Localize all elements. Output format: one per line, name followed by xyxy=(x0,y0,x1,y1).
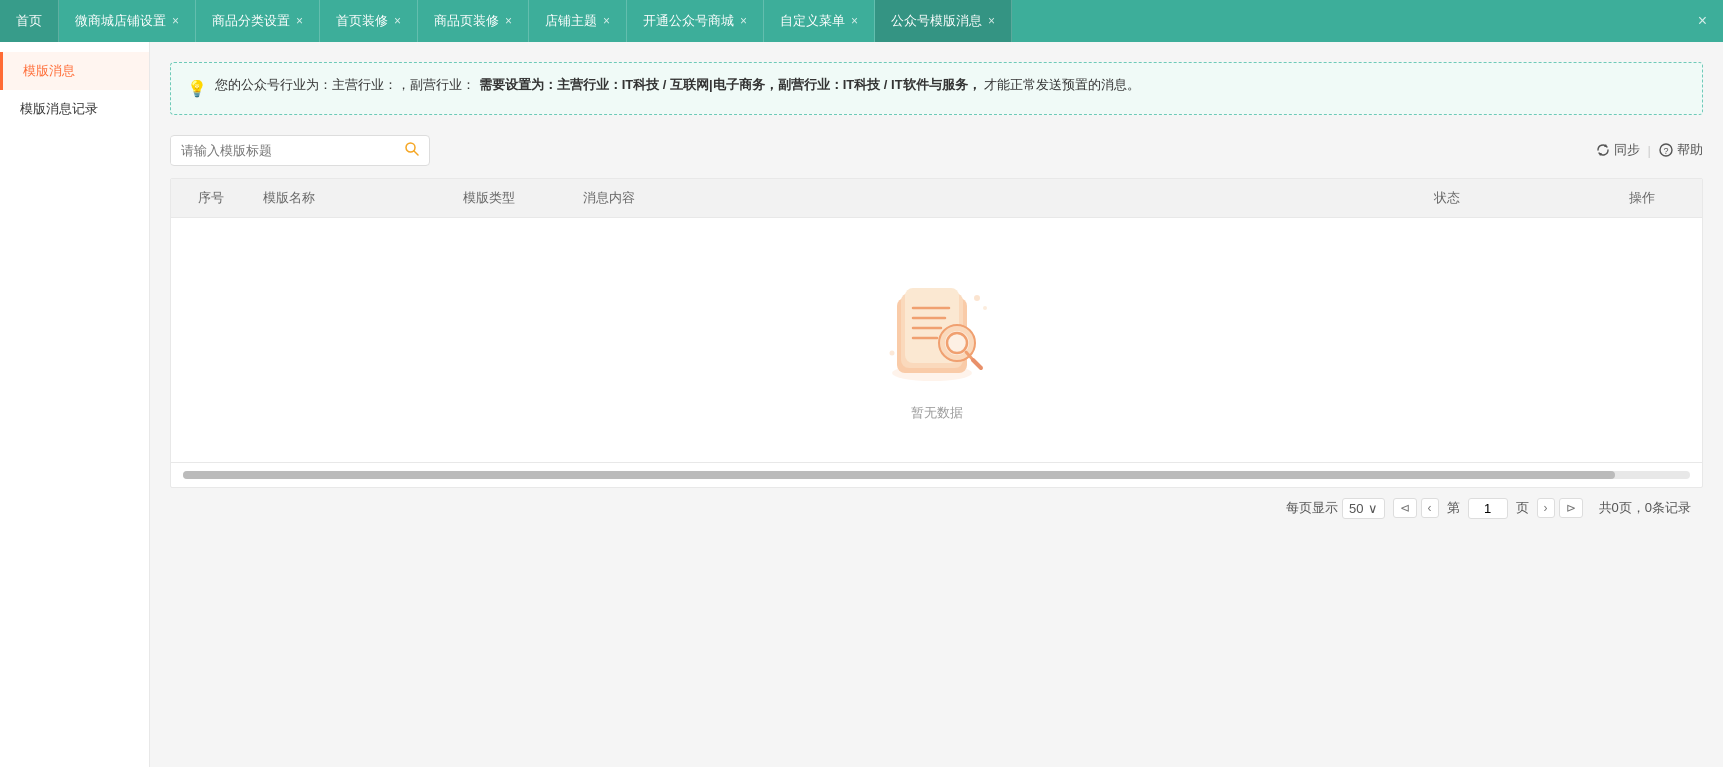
tab-open-mall[interactable]: 开通公众号商城 × xyxy=(627,0,764,42)
th-name: 模版名称 xyxy=(251,179,451,217)
scrollbar[interactable] xyxy=(171,462,1702,487)
help-button[interactable]: ? 帮助 xyxy=(1659,141,1703,159)
page-next-button[interactable]: › xyxy=(1537,498,1555,518)
per-page-select: 每页显示 50 ∨ xyxy=(1286,498,1384,519)
th-action: 操作 xyxy=(1582,179,1702,217)
tab-home-decor-label: 首页装修 xyxy=(336,12,388,30)
tab-shop-settings-close[interactable]: × xyxy=(172,14,179,28)
search-input-wrap xyxy=(170,135,430,166)
svg-line-16 xyxy=(973,360,981,368)
tab-category-settings-label: 商品分类设置 xyxy=(212,12,290,30)
close-all-button[interactable]: × xyxy=(1682,12,1723,30)
tab-bar: 首页 微商城店铺设置 × 商品分类设置 × 首页装修 × 商品页装修 × 店铺主… xyxy=(0,0,1723,42)
page-last-button[interactable]: ⊳ xyxy=(1559,498,1583,518)
tab-open-mall-close[interactable]: × xyxy=(740,14,747,28)
pagination-bar: 每页显示 50 ∨ ⊲ ‹ 第 页 › ⊳ 共0页，0条记录 xyxy=(170,488,1703,525)
svg-line-1 xyxy=(414,151,418,155)
total-info: 共0页，0条记录 xyxy=(1599,499,1691,517)
sidebar-item-template-msg-records[interactable]: 模版消息记录 xyxy=(0,90,149,128)
toolbar-right: 同步 | ? 帮助 xyxy=(1596,141,1703,159)
tab-product-decor-close[interactable]: × xyxy=(505,14,512,28)
tab-home-label: 首页 xyxy=(16,12,42,30)
sidebar-item-template-msg[interactable]: 模版消息 xyxy=(0,52,149,90)
empty-state: 暂无数据 xyxy=(171,218,1702,462)
scroll-track xyxy=(183,471,1690,479)
page-number-input[interactable] xyxy=(1468,498,1508,519)
svg-point-18 xyxy=(983,306,987,310)
tab-open-mall-label: 开通公众号商城 xyxy=(643,12,734,30)
main-layout: 模版消息 模版消息记录 💡 您的公众号行业为：主营行业：，副营行业： 需要设置为… xyxy=(0,42,1723,767)
notice-icon: 💡 xyxy=(187,76,207,102)
content-area: 💡 您的公众号行业为：主营行业：，副营行业： 需要设置为：主营行业：IT科技 /… xyxy=(150,42,1723,767)
tab-home-decor[interactable]: 首页装修 × xyxy=(320,0,418,42)
search-button[interactable] xyxy=(395,136,429,165)
notice-box: 💡 您的公众号行业为：主营行业：，副营行业： 需要设置为：主营行业：IT科技 /… xyxy=(170,62,1703,115)
help-icon: ? xyxy=(1659,143,1673,157)
svg-point-17 xyxy=(974,295,980,301)
tab-custom-menu-label: 自定义菜单 xyxy=(780,12,845,30)
tab-home[interactable]: 首页 xyxy=(0,0,59,42)
table-header: 序号 模版名称 模版类型 消息内容 状态 操作 xyxy=(171,179,1702,218)
chevron-down-icon: ∨ xyxy=(1368,501,1378,516)
scroll-thumb xyxy=(183,471,1615,479)
tab-custom-menu-close[interactable]: × xyxy=(851,14,858,28)
empty-text: 暂无数据 xyxy=(911,404,963,422)
empty-illustration xyxy=(877,278,997,388)
tab-shop-theme-label: 店铺主题 xyxy=(545,12,597,30)
th-content: 消息内容 xyxy=(571,179,1422,217)
toolbar-divider: | xyxy=(1648,143,1651,158)
tab-shop-theme-close[interactable]: × xyxy=(603,14,610,28)
data-table: 序号 模版名称 模版类型 消息内容 状态 操作 xyxy=(170,178,1703,488)
th-seq: 序号 xyxy=(171,179,251,217)
tab-product-decor-label: 商品页装修 xyxy=(434,12,499,30)
search-input[interactable] xyxy=(171,137,395,164)
tab-home-decor-close[interactable]: × xyxy=(394,14,401,28)
svg-text:?: ? xyxy=(1663,146,1668,156)
th-status: 状态 xyxy=(1422,179,1582,217)
page-first-button[interactable]: ⊲ xyxy=(1393,498,1417,518)
page-prev-button[interactable]: ‹ xyxy=(1421,498,1439,518)
tab-shop-settings[interactable]: 微商城店铺设置 × xyxy=(59,0,196,42)
tab-template-msg-close[interactable]: × xyxy=(988,14,995,28)
tab-shop-settings-label: 微商城店铺设置 xyxy=(75,12,166,30)
svg-point-19 xyxy=(889,350,894,355)
per-page-dropdown[interactable]: 50 ∨ xyxy=(1342,498,1384,519)
tab-category-settings-close[interactable]: × xyxy=(296,14,303,28)
search-bar: 同步 | ? 帮助 xyxy=(170,135,1703,166)
tab-template-msg-label: 公众号模版消息 xyxy=(891,12,982,30)
tab-shop-theme[interactable]: 店铺主题 × xyxy=(529,0,627,42)
th-type: 模版类型 xyxy=(451,179,571,217)
sync-button[interactable]: 同步 xyxy=(1596,141,1640,159)
tab-category-settings[interactable]: 商品分类设置 × xyxy=(196,0,320,42)
tab-template-msg[interactable]: 公众号模版消息 × xyxy=(875,0,1012,42)
sidebar: 模版消息 模版消息记录 xyxy=(0,42,150,767)
search-icon xyxy=(405,142,419,156)
notice-text: 您的公众号行业为：主营行业：，副营行业： 需要设置为：主营行业：IT科技 / 互… xyxy=(215,75,1140,96)
page-nav: ⊲ ‹ 第 页 › ⊳ xyxy=(1393,498,1583,519)
tab-product-decor[interactable]: 商品页装修 × xyxy=(418,0,529,42)
sync-icon xyxy=(1596,143,1610,157)
tab-custom-menu[interactable]: 自定义菜单 × xyxy=(764,0,875,42)
